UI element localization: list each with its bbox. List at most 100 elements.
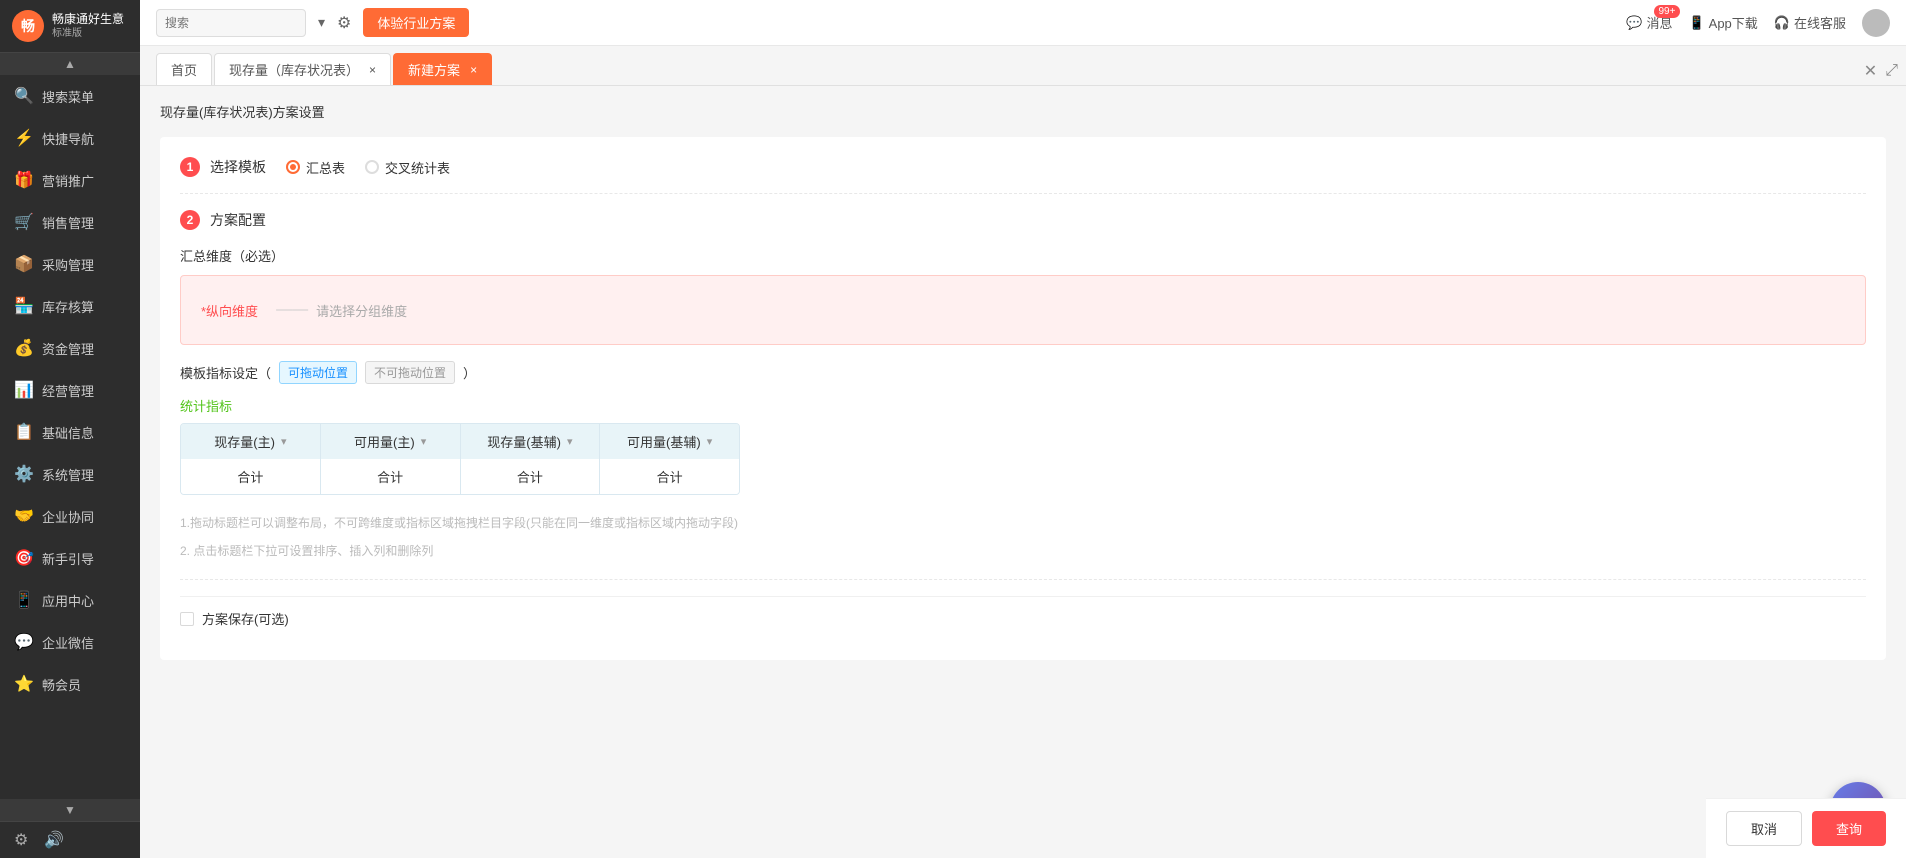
app-download-label: App下载 [1709,13,1758,32]
tab-inventory-close-icon[interactable]: × [369,63,376,77]
dimension-separator: —— [276,301,308,319]
section2-header: 2 方案配置 [180,210,1866,230]
stats-title: 统计指标 [180,396,1866,415]
dimension-sublabel: 汇总维度（必选） [180,246,1866,265]
wechat-icon: 💬 [14,632,34,652]
app-download-button[interactable]: 📱 App下载 [1688,13,1757,32]
sidebar-item-purchase[interactable]: 📦 采购管理 [0,243,140,285]
sidebar-item-finance[interactable]: 💰 资金管理 [0,327,140,369]
radio-cross[interactable]: 交叉统计表 [365,158,450,177]
col-dropdown-icon-0[interactable]: ▾ [281,435,287,448]
sidebar-item-label: 企业协同 [42,507,94,526]
service-button[interactable]: 🎧 在线客服 [1774,13,1846,32]
metrics-table: 现存量(主) ▾ 可用量(主) ▾ 现存量(基辅) ▾ 可用量(基辅) ▾ [180,423,740,495]
radio-cross-dot [365,160,379,174]
sidebar-item-label: 采购管理 [42,255,94,274]
col-dropdown-icon-2[interactable]: ▾ [567,435,573,448]
section1-title: 选择模板 [210,157,266,177]
sound-icon[interactable]: 🔊 [44,830,64,850]
col-header-3[interactable]: 可用量(基辅) ▾ [600,424,739,459]
sidebar-item-operation[interactable]: 📊 经营管理 [0,369,140,411]
sidebar-item-inventory[interactable]: 🏪 库存核算 [0,285,140,327]
topbar-right: 💬 消息 99+ 📱 App下载 🎧 在线客服 [1626,9,1890,37]
sidebar-item-shortcut[interactable]: ⚡ 快捷导航 [0,117,140,159]
sidebar-item-label: 系统管理 [42,465,94,484]
sidebar-scroll-down[interactable]: ▼ [0,799,140,821]
radio-summary[interactable]: 汇总表 [286,158,345,177]
divider1 [180,193,1866,194]
tab-inventory-status[interactable]: 现存量（库存状况表） × [214,53,391,85]
footer-buttons: 取消 查询 [1706,798,1906,858]
col-dropdown-icon-1[interactable]: ▾ [421,435,427,448]
avatar[interactable] [1862,9,1890,37]
fixed-badge: 不可拖动位置 [365,361,455,384]
settings-card: 1 选择模板 汇总表 交叉统计表 2 方案配置 [160,137,1886,660]
col-header-0[interactable]: 现存量(主) ▾ [181,424,321,459]
dimension-required-area[interactable]: *纵向维度 —— 请选择分组维度 [180,275,1866,345]
tab-new-plan-close-icon[interactable]: × [470,63,477,77]
page-title: 现存量(库存状况表)方案设置 [160,102,1886,121]
marketing-icon: 🎁 [14,170,34,190]
sidebar-item-sales[interactable]: 🛒 销售管理 [0,201,140,243]
settings-icon[interactable]: ⚙ [14,830,28,850]
purchase-icon: 📦 [14,254,34,274]
cancel-button[interactable]: 取消 [1726,811,1802,846]
tab-home[interactable]: 首页 [156,53,212,85]
gear-icon[interactable]: ⚙ [337,13,351,33]
query-button[interactable]: 查询 [1812,811,1886,846]
required-field-label: *纵向维度 [201,301,258,320]
sales-icon: 🛒 [14,212,34,232]
save-section: 方案保存(可选) [180,596,1866,640]
sidebar-item-appstore[interactable]: 📱 应用中心 [0,579,140,621]
logo-icon: 畅 [12,10,44,42]
col-header-1[interactable]: 可用量(主) ▾ [321,424,461,459]
sidebar-item-enterprise[interactable]: 🤝 企业协同 [0,495,140,537]
tab-home-label: 首页 [171,60,197,79]
sidebar-item-newbie[interactable]: 🎯 新手引导 [0,537,140,579]
app-download-icon: 📱 [1688,15,1704,31]
sidebar-item-basic[interactable]: 📋 基础信息 [0,411,140,453]
sidebar-item-system[interactable]: ⚙️ 系统管理 [0,453,140,495]
radio-cross-label: 交叉统计表 [385,158,450,177]
sidebar-item-label: 应用中心 [42,591,94,610]
sidebar-logo: 畅 畅康通好生意 标准版 [0,0,140,53]
service-icon: 🎧 [1774,15,1790,31]
sidebar-item-wechat[interactable]: 💬 企业微信 [0,621,140,663]
operation-icon: 📊 [14,380,34,400]
search-input[interactable] [156,9,306,37]
newbie-icon: 🎯 [14,548,34,568]
close-window-icon[interactable]: ✕ [1864,61,1877,81]
sidebar-item-label: 经营管理 [42,381,94,400]
sidebar-scroll-up[interactable]: ▲ [0,53,140,75]
sidebar-item-label: 库存核算 [42,297,94,316]
section1-number: 1 [180,157,200,177]
metrics-table-body: 合计 合计 合计 合计 [181,459,739,494]
logo-text: 畅康通好生意 标准版 [52,12,124,41]
col-body-3: 合计 [600,459,739,494]
col-header-label-3: 可用量(基辅) [627,432,701,451]
search-dropdown-button[interactable]: ▾ [318,14,325,31]
message-button[interactable]: 💬 消息 99+ [1626,13,1672,32]
sidebar-item-marketing[interactable]: 🎁 营销推广 [0,159,140,201]
trial-button[interactable]: 体验行业方案 [363,8,469,37]
sidebar-item-search[interactable]: 🔍 搜索菜单 [0,75,140,117]
tip-item-0: 1.拖动标题栏可以调整布局，不可跨维度或指标区域拖拽栏目字段(只能在同一维度或指… [180,511,1866,535]
radio-summary-dot [286,160,300,174]
col-dropdown-icon-3[interactable]: ▾ [707,435,713,448]
metrics-setting-label: 模板指标设定（ 可拖动位置 不可拖动位置 ） [180,361,1866,384]
tab-new-plan[interactable]: 新建方案 × [393,53,492,85]
message-icon: 💬 [1626,15,1642,31]
col-header-2[interactable]: 现存量(基辅) ▾ [461,424,601,459]
search-menu-icon: 🔍 [14,86,34,106]
inventory-icon: 🏪 [14,296,34,316]
maximize-window-icon[interactable]: ⤢ [1885,62,1898,80]
divider2 [180,579,1866,580]
section1-header: 1 选择模板 汇总表 交叉统计表 [180,157,1866,177]
section2-number: 2 [180,210,200,230]
col-header-label-1: 可用量(主) [354,432,415,451]
sidebar-item-member[interactable]: ⭐ 畅会员 [0,663,140,705]
save-checkbox[interactable] [180,612,194,626]
sidebar-item-label: 畅会员 [42,675,81,694]
sidebar-item-label: 销售管理 [42,213,94,232]
sidebar: 畅 畅康通好生意 标准版 ▲ 🔍 搜索菜单 ⚡ 快捷导航 🎁 营销推广 🛒 销售… [0,0,140,858]
